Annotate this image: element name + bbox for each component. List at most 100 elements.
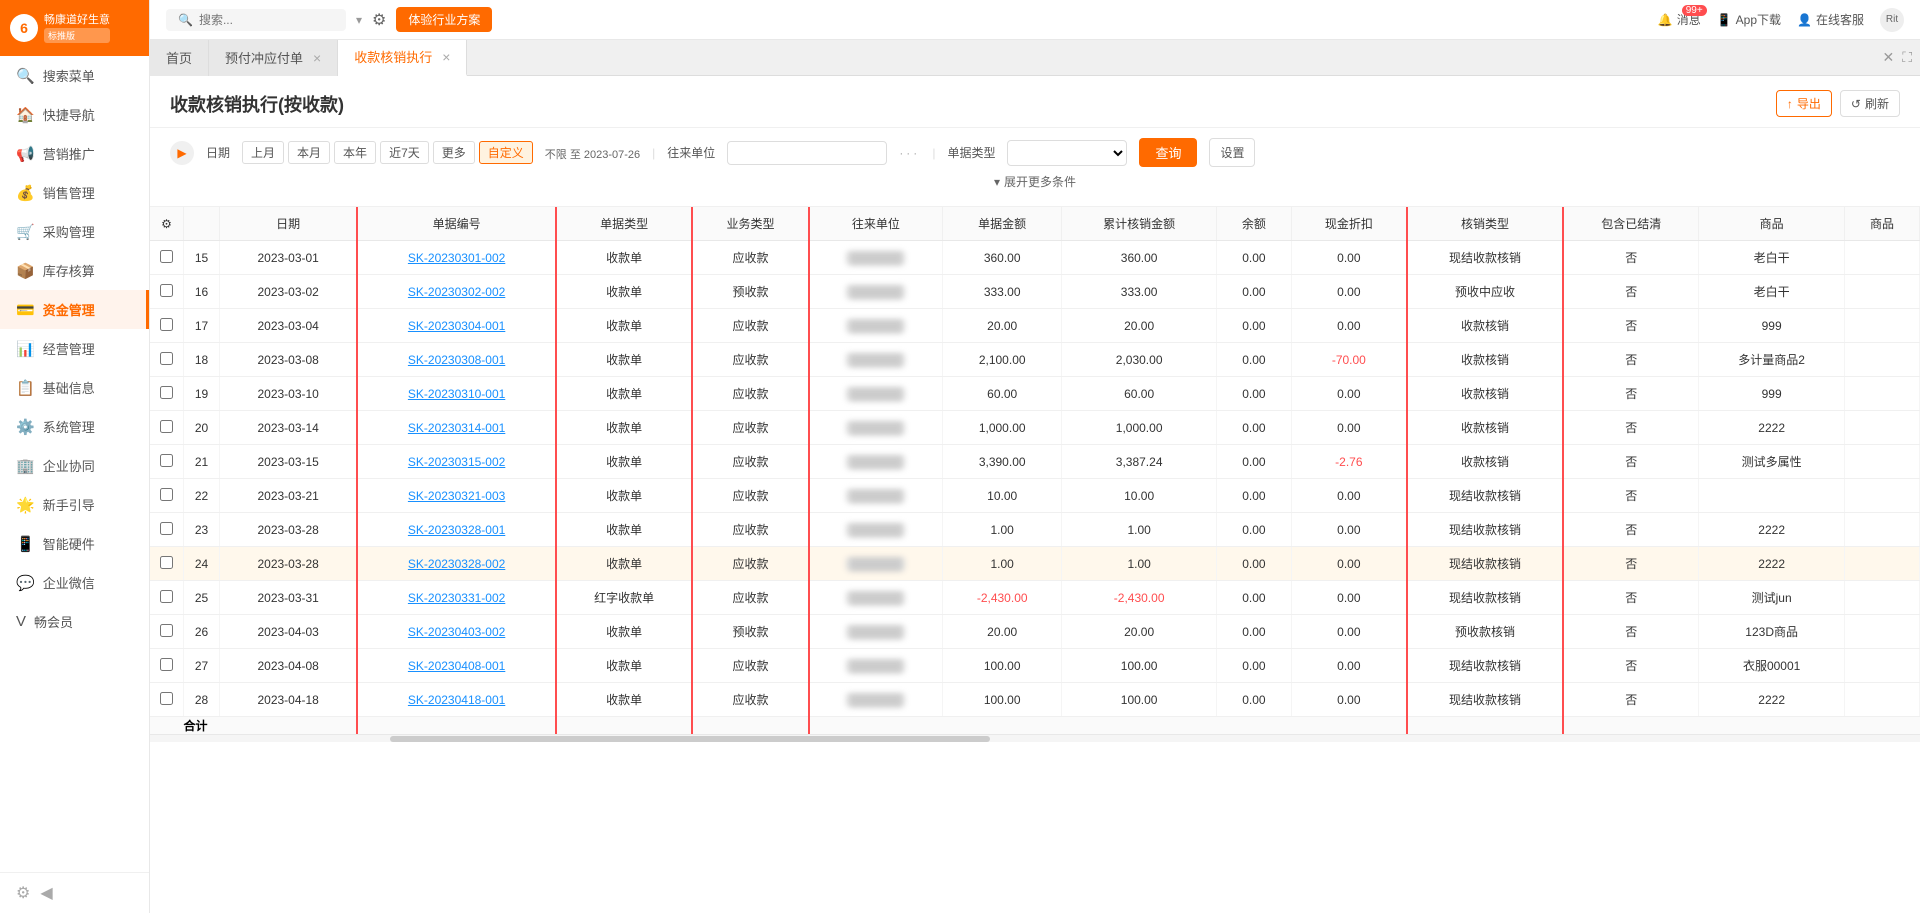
sidebar-item-operations[interactable]: 📊 经营管理 [0,329,149,368]
col-product-header[interactable]: 商品 [1699,207,1845,241]
sidebar-item-sales[interactable]: 💰 销售管理 [0,173,149,212]
row-order-no[interactable]: SK-20230331-002 [357,581,556,615]
refresh-button[interactable]: ↺ 刷新 [1840,90,1900,117]
table-row[interactable]: 252023-03-31SK-20230331-002红字收款单应收款█████… [150,581,1920,615]
col-product2-header[interactable]: 商品 [1845,207,1920,241]
col-order-no-header[interactable]: 单据编号 [357,207,556,241]
date-this-year-btn[interactable]: 本年 [334,141,376,164]
row-checkbox[interactable] [150,343,184,377]
sidebar-item-marketing[interactable]: 📢 营销推广 [0,134,149,173]
sidebar-item-corp[interactable]: 🏢 企业协同 [0,446,149,485]
collapse-icon[interactable]: ◀ [40,883,52,903]
row-order-no[interactable]: SK-20230314-001 [357,411,556,445]
notification-button[interactable]: 🔔 消息 99+ [1658,11,1701,28]
sidebar-item-hardware[interactable]: 📱 智能硬件 [0,524,149,563]
row-checkbox[interactable] [150,445,184,479]
column-settings-icon[interactable]: ⚙ [161,217,172,231]
row-checkbox[interactable] [150,479,184,513]
export-button[interactable]: ↑ 导出 [1776,90,1832,117]
col-writeoff-type-header[interactable]: 核销类型 [1407,207,1563,241]
tab-prepay-close[interactable]: × [313,50,321,66]
app-download-button[interactable]: 📱 App下载 [1717,11,1781,28]
row-order-no[interactable]: SK-20230315-002 [357,445,556,479]
row-order-no[interactable]: SK-20230328-002 [357,547,556,581]
row-order-no[interactable]: SK-20230301-002 [357,241,556,275]
sidebar-item-guide[interactable]: 🌟 新手引导 [0,485,149,524]
tab-receipt-close[interactable]: × [442,49,450,65]
settings-bottom-icon[interactable]: ⚙ [16,883,30,903]
table-row[interactable]: 192023-03-10SK-20230310-001收款单应收款██████6… [150,377,1920,411]
filter-settings-button[interactable]: 设置 [1209,138,1255,167]
row-order-no[interactable]: SK-20230403-002 [357,615,556,649]
row-order-no[interactable]: SK-20230304-001 [357,309,556,343]
filter-expand-row[interactable]: ▾ 展开更多条件 [170,167,1900,196]
partner-input[interactable] [727,141,887,165]
filter-collapse-button[interactable]: ▶ [170,141,194,165]
tab-home[interactable]: 首页 [150,40,209,76]
sidebar-item-finance[interactable]: 💳 资金管理 [0,290,149,329]
table-row[interactable]: 222023-03-21SK-20230321-003收款单应收款██████1… [150,479,1920,513]
row-order-no[interactable]: SK-20230408-001 [357,649,556,683]
table-row[interactable]: 232023-03-28SK-20230328-001收款单应收款██████1… [150,513,1920,547]
col-include-settled-header[interactable]: 包含已结清 [1563,207,1699,241]
table-row[interactable]: 162023-03-02SK-20230302-002收款单预收款██████3… [150,275,1920,309]
table-row[interactable]: 212023-03-15SK-20230315-002收款单应收款██████3… [150,445,1920,479]
col-amount-header[interactable]: 单据金额 [943,207,1062,241]
row-order-no[interactable]: SK-20230308-001 [357,343,556,377]
col-partner-header[interactable]: 往来单位 [809,207,943,241]
date-this-month-btn[interactable]: 本月 [288,141,330,164]
query-button[interactable]: 查询 [1139,138,1197,167]
more-filters-dots[interactable]: ··· [899,146,920,160]
topbar-search-input[interactable] [199,13,319,27]
table-row[interactable]: 182023-03-08SK-20230308-001收款单应收款██████2… [150,343,1920,377]
row-order-no[interactable]: SK-20230418-001 [357,683,556,717]
sidebar-item-quicknav[interactable]: 🏠 快捷导航 [0,95,149,134]
close-all-icon[interactable]: ✕ [1882,49,1894,66]
online-service-button[interactable]: 👤 在线客服 [1797,11,1864,28]
sidebar-item-inventory[interactable]: 📦 库存核算 [0,251,149,290]
sidebar-item-wechat[interactable]: 💬 企业微信 [0,563,149,602]
col-settings-header[interactable]: ⚙ [150,207,184,241]
row-checkbox[interactable] [150,309,184,343]
table-row[interactable]: 282023-04-18SK-20230418-001收款单应收款██████1… [150,683,1920,717]
row-checkbox[interactable] [150,275,184,309]
row-checkbox[interactable] [150,513,184,547]
date-more-btn[interactable]: 更多 [433,141,475,164]
date-last-month-btn[interactable]: 上月 [242,141,284,164]
row-order-no[interactable]: SK-20230328-001 [357,513,556,547]
sidebar-item-search[interactable]: 🔍 搜索菜单 [0,56,149,95]
col-cash-discount-header[interactable]: 现金折扣 [1291,207,1407,241]
tab-prepay-confirm[interactable]: 预付冲应付单 × [209,40,338,76]
scrollbar-track[interactable] [390,736,990,742]
solution-button[interactable]: 体验行业方案 [396,7,492,32]
table-row[interactable]: 262023-04-03SK-20230403-002收款单预收款██████2… [150,615,1920,649]
user-avatar[interactable]: Rit [1880,8,1904,32]
sidebar-item-basicinfo[interactable]: 📋 基础信息 [0,368,149,407]
table-row[interactable]: 202023-03-14SK-20230314-001收款单应收款██████1… [150,411,1920,445]
table-row[interactable]: 272023-04-08SK-20230408-001收款单应收款██████1… [150,649,1920,683]
sidebar-item-system[interactable]: ⚙️ 系统管理 [0,407,149,446]
date-7days-btn[interactable]: 近7天 [380,141,429,164]
voucher-type-select[interactable] [1007,140,1127,166]
row-order-no[interactable]: SK-20230310-001 [357,377,556,411]
table-row[interactable]: 242023-03-28SK-20230328-002收款单应收款██████1… [150,547,1920,581]
row-checkbox[interactable] [150,581,184,615]
col-biz-type-header[interactable]: 业务类型 [692,207,808,241]
gear-icon[interactable]: ⚙ [372,10,386,30]
row-checkbox[interactable] [150,377,184,411]
date-custom-btn[interactable]: 自定义 [479,141,533,164]
sidebar-item-purchase[interactable]: 🛒 采购管理 [0,212,149,251]
row-checkbox[interactable] [150,615,184,649]
row-checkbox[interactable] [150,547,184,581]
sidebar-item-member[interactable]: V 畅会员 [0,602,149,641]
table-row[interactable]: 152023-03-01SK-20230301-002收款单应收款██████3… [150,241,1920,275]
row-checkbox[interactable] [150,411,184,445]
row-checkbox[interactable] [150,241,184,275]
maximize-icon[interactable]: ⛶ [1902,49,1912,66]
row-checkbox[interactable] [150,683,184,717]
col-balance-header[interactable]: 余额 [1216,207,1291,241]
col-voucher-type-header[interactable]: 单据类型 [556,207,692,241]
col-date-header[interactable]: 日期 [220,207,358,241]
row-checkbox[interactable] [150,649,184,683]
tab-receipt-writeoff[interactable]: 收款核销执行 × [338,40,467,76]
